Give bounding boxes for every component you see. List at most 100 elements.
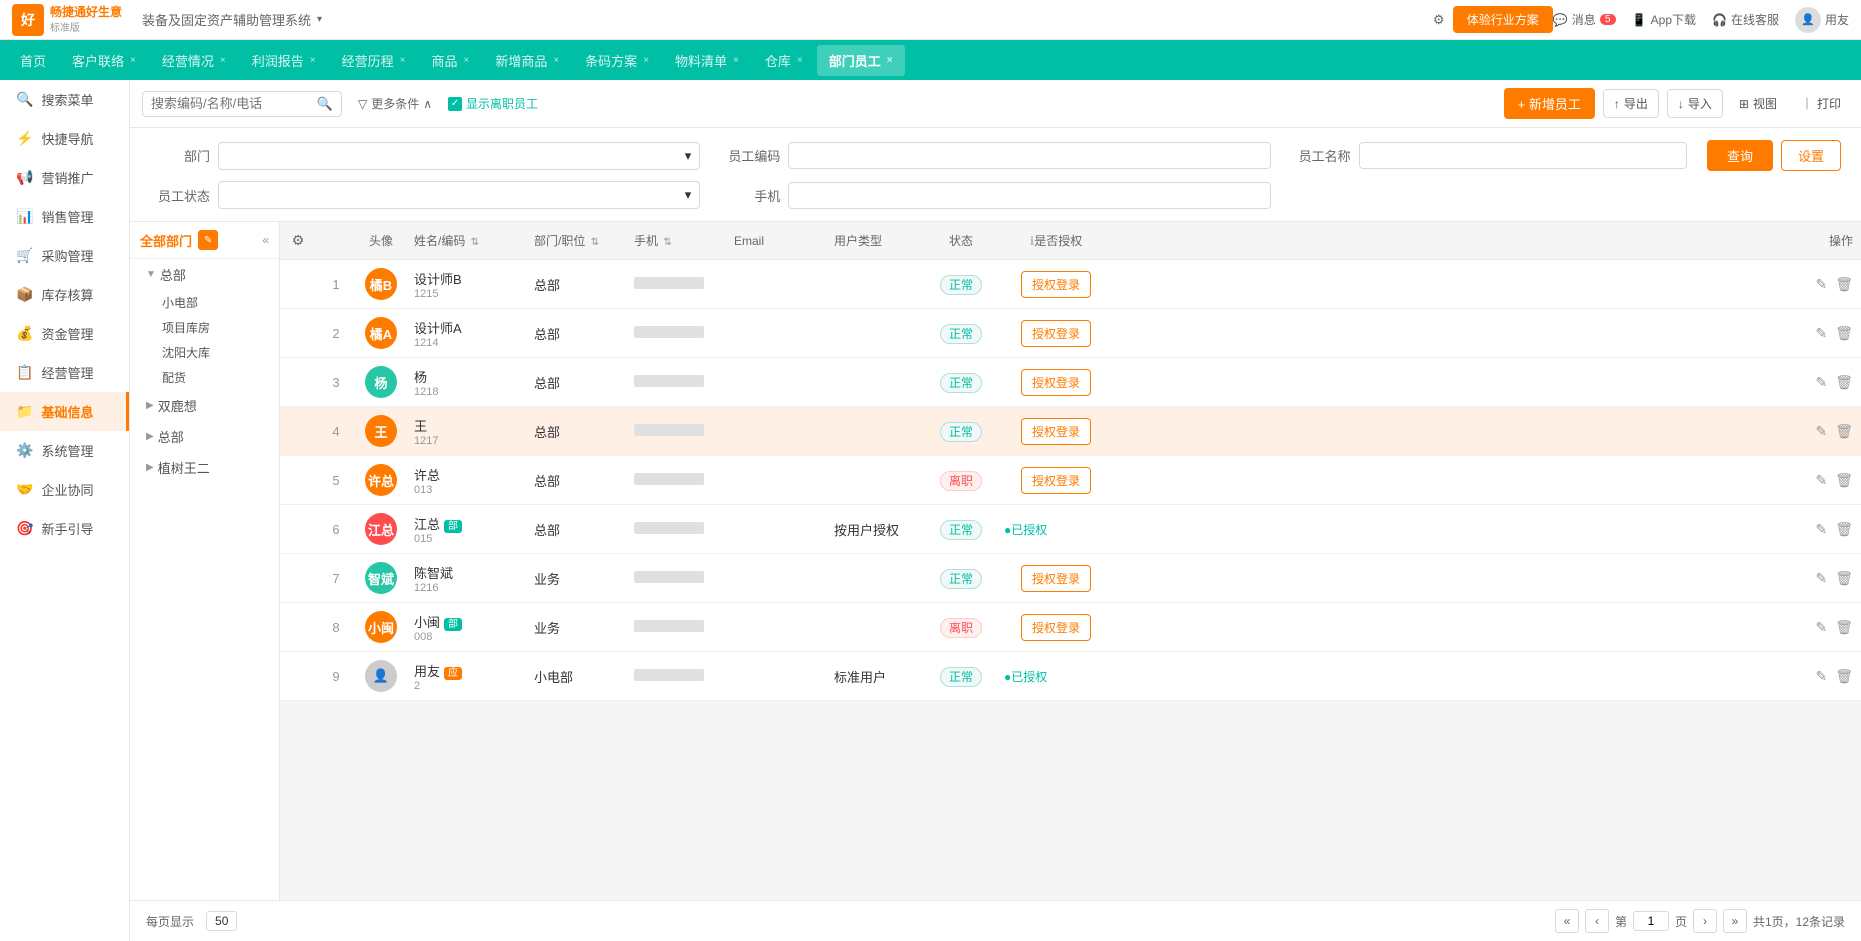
prev-page-btn[interactable]: ‹ bbox=[1585, 909, 1609, 933]
dept-node-总部[interactable]: ▶总部 bbox=[130, 421, 279, 452]
dept-node-植树王二[interactable]: ▶植树王二 bbox=[130, 452, 279, 483]
tab-close-icon[interactable]: × bbox=[553, 55, 559, 66]
tab-close-icon[interactable]: × bbox=[463, 55, 469, 66]
nav-tab-利润报告[interactable]: 利润报告× bbox=[240, 45, 328, 76]
sidebar-item-搜索菜单[interactable]: 🔍搜索菜单 bbox=[0, 80, 129, 119]
edit-icon[interactable]: ✎ bbox=[1815, 325, 1827, 342]
dept-node-总部[interactable]: ▼总部 bbox=[130, 259, 279, 290]
auth-btn[interactable]: 授权登录 bbox=[1021, 614, 1091, 641]
tab-close-icon[interactable]: × bbox=[220, 55, 226, 66]
phone-input[interactable] bbox=[788, 182, 1270, 209]
edit-icon[interactable]: ✎ bbox=[1815, 276, 1827, 293]
sidebar-item-营销推广[interactable]: 📢营销推广 bbox=[0, 158, 129, 197]
auth-btn[interactable]: 授权登录 bbox=[1021, 418, 1091, 445]
nav-tab-经营历程[interactable]: 经营历程× bbox=[330, 45, 418, 76]
tab-close-icon[interactable]: × bbox=[310, 55, 316, 66]
auth-btn[interactable]: 授权登录 bbox=[1021, 565, 1091, 592]
online-service-btn[interactable]: 🎧 在线客服 bbox=[1712, 11, 1779, 28]
table-settings-icon[interactable]: ⚙ bbox=[292, 232, 305, 248]
delete-icon[interactable]: 🗑 bbox=[1835, 423, 1853, 440]
nav-tab-条码方案[interactable]: 条码方案× bbox=[573, 45, 661, 76]
sidebar-item-系统管理[interactable]: ⚙️系统管理 bbox=[0, 431, 129, 470]
nav-tab-经营情况[interactable]: 经营情况× bbox=[150, 45, 238, 76]
delete-icon[interactable]: 🗑 bbox=[1835, 472, 1853, 489]
tab-close-icon[interactable]: × bbox=[887, 55, 893, 66]
dept-child-沈阳大库[interactable]: 沈阳大库 bbox=[130, 340, 279, 365]
edit-icon[interactable]: ✎ bbox=[1815, 472, 1827, 489]
set-btn[interactable]: 设置 bbox=[1781, 140, 1841, 171]
tab-close-icon[interactable]: × bbox=[400, 55, 406, 66]
next-page-btn[interactable]: › bbox=[1693, 909, 1717, 933]
view-button[interactable]: ⊞ 视图 bbox=[1731, 90, 1785, 117]
tab-close-icon[interactable]: × bbox=[733, 55, 739, 66]
edit-icon[interactable]: ✎ bbox=[1815, 668, 1827, 685]
delete-icon[interactable]: 🗑 bbox=[1835, 619, 1853, 636]
app-download-btn[interactable]: 📱 App下载 bbox=[1632, 11, 1696, 28]
more-filter-btn[interactable]: ▽ 更多条件 ∧ bbox=[350, 91, 440, 116]
edit-icon[interactable]: ✎ bbox=[1815, 374, 1827, 391]
delete-icon[interactable]: 🗑 bbox=[1835, 668, 1853, 685]
page-input[interactable] bbox=[1633, 911, 1669, 931]
auth-btn[interactable]: 授权登录 bbox=[1021, 467, 1091, 494]
sidebar-item-新手引导[interactable]: 🎯新手引导 bbox=[0, 509, 129, 548]
last-page-btn[interactable]: » bbox=[1723, 909, 1747, 933]
auth-info-icon[interactable]: ℹ bbox=[1030, 234, 1035, 248]
resigned-checkbox[interactable]: ✓ bbox=[448, 97, 462, 111]
tab-close-icon[interactable]: × bbox=[643, 55, 649, 66]
dept-child-小电部[interactable]: 小电部 bbox=[130, 290, 279, 315]
nav-tab-客户联络[interactable]: 客户联络× bbox=[60, 45, 148, 76]
sidebar-item-库存核算[interactable]: 📦库存核算 bbox=[0, 275, 129, 314]
user-area[interactable]: 👤 用友 bbox=[1795, 7, 1849, 33]
print-button[interactable]: ｜ 打印 bbox=[1793, 90, 1849, 117]
edit-icon[interactable]: ✎ bbox=[1815, 521, 1827, 538]
emp-code-input[interactable] bbox=[788, 142, 1270, 169]
delete-icon[interactable]: 🗑 bbox=[1835, 570, 1853, 587]
search-input-wrap[interactable]: 🔍 bbox=[142, 91, 342, 117]
tab-close-icon[interactable]: × bbox=[130, 55, 136, 66]
page-size-select[interactable]: 50 bbox=[206, 911, 237, 931]
emp-status-select[interactable]: ▾ bbox=[218, 181, 700, 209]
dept-child-项目库房[interactable]: 项目库房 bbox=[130, 315, 279, 340]
edit-icon[interactable]: ✎ bbox=[1815, 570, 1827, 587]
edit-icon[interactable]: ✎ bbox=[1815, 423, 1827, 440]
nav-tab-新增商品[interactable]: 新增商品× bbox=[483, 45, 571, 76]
emp-name-input[interactable] bbox=[1359, 142, 1687, 169]
nav-tab-仓库[interactable]: 仓库× bbox=[753, 45, 815, 76]
auth-btn[interactable]: 授权登录 bbox=[1021, 271, 1091, 298]
delete-icon[interactable]: 🗑 bbox=[1835, 521, 1853, 538]
sidebar-item-采购管理[interactable]: 🛒采购管理 bbox=[0, 236, 129, 275]
sidebar-item-快捷导航[interactable]: ⚡快捷导航 bbox=[0, 119, 129, 158]
query-btn[interactable]: 查询 bbox=[1707, 140, 1773, 171]
sidebar-item-基础信息[interactable]: 📁基础信息 bbox=[0, 392, 129, 431]
nav-tab-部门员工[interactable]: 部门员工× bbox=[817, 45, 905, 76]
dept-collapse-btn[interactable]: « bbox=[262, 233, 269, 247]
trial-button[interactable]: 体验行业方案 bbox=[1453, 6, 1553, 33]
dept-node-双鹿想[interactable]: ▶双鹿想 bbox=[130, 390, 279, 421]
dept-edit-btn[interactable]: ✎ bbox=[198, 230, 218, 250]
sidebar-item-经营管理[interactable]: 📋经营管理 bbox=[0, 353, 129, 392]
dept-select[interactable]: ▾ bbox=[218, 142, 700, 170]
nav-tab-商品[interactable]: 商品× bbox=[419, 45, 481, 76]
import-button[interactable]: ↓ 导入 bbox=[1667, 89, 1723, 118]
first-page-btn[interactable]: « bbox=[1555, 909, 1579, 933]
auth-btn[interactable]: 授权登录 bbox=[1021, 320, 1091, 347]
add-employee-button[interactable]: + 新增员工 bbox=[1504, 88, 1595, 119]
delete-icon[interactable]: 🗑 bbox=[1835, 374, 1853, 391]
message-btn[interactable]: 💬 消息 5 bbox=[1553, 11, 1616, 28]
show-resigned-toggle[interactable]: ✓ 显示离职员工 bbox=[448, 95, 538, 112]
tab-close-icon[interactable]: × bbox=[797, 55, 803, 66]
edit-icon[interactable]: ✎ bbox=[1815, 619, 1827, 636]
search-input[interactable] bbox=[151, 96, 313, 111]
system-title-chevron[interactable]: ▾ bbox=[317, 14, 322, 25]
sidebar-item-企业协同[interactable]: 🤝企业协同 bbox=[0, 470, 129, 509]
gear-icon[interactable]: ⚙ bbox=[1425, 6, 1453, 34]
sidebar-item-销售管理[interactable]: 📊销售管理 bbox=[0, 197, 129, 236]
nav-tab-物料清单[interactable]: 物料清单× bbox=[663, 45, 751, 76]
delete-icon[interactable]: 🗑 bbox=[1835, 325, 1853, 342]
nav-tab-首页[interactable]: 首页 bbox=[8, 45, 58, 76]
auth-btn[interactable]: 授权登录 bbox=[1021, 369, 1091, 396]
export-button[interactable]: ↑ 导出 bbox=[1603, 89, 1659, 118]
delete-icon[interactable]: 🗑 bbox=[1835, 276, 1853, 293]
dept-child-配货[interactable]: 配货 bbox=[130, 365, 279, 390]
sidebar-item-资金管理[interactable]: 💰资金管理 bbox=[0, 314, 129, 353]
